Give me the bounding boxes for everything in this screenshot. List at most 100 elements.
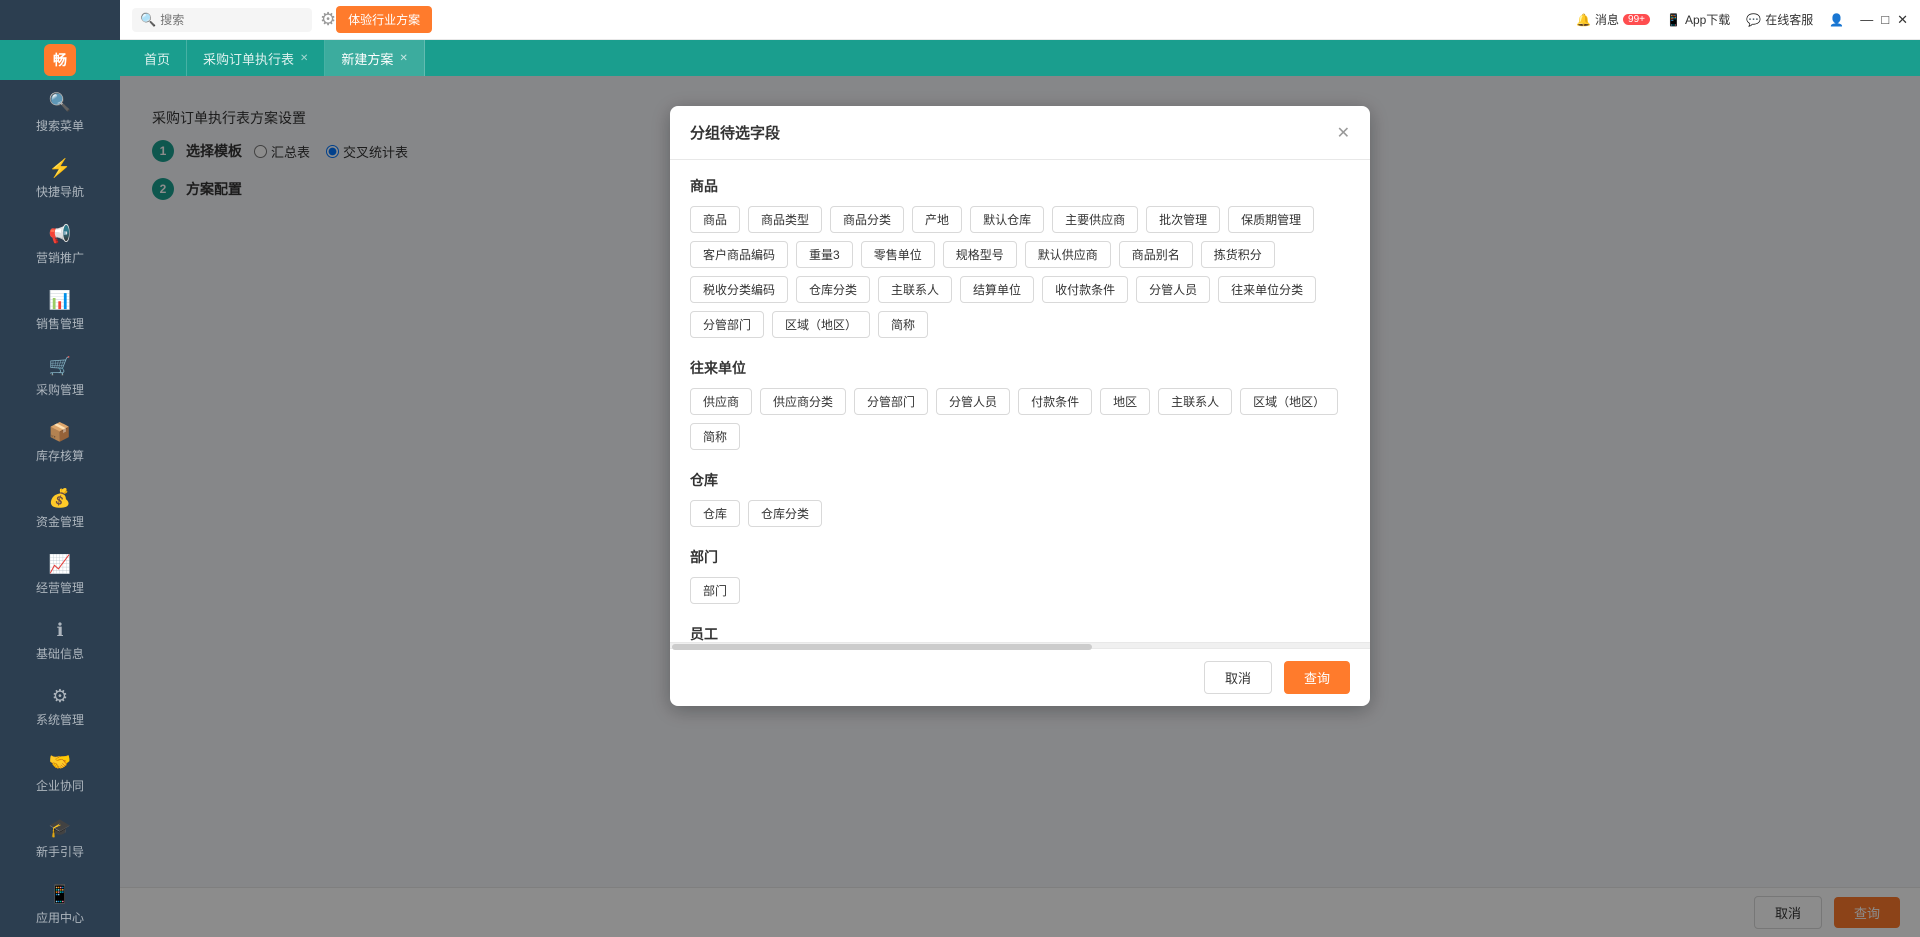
field-tag-1-2[interactable]: 分管部门 [854, 388, 928, 415]
sidebar-icon-7: 📈 [49, 554, 71, 575]
field-tag-0-4[interactable]: 默认仓库 [970, 206, 1044, 233]
field-tag-1-4[interactable]: 付款条件 [1018, 388, 1092, 415]
sidebar-icon-1: ⚡ [49, 158, 71, 179]
field-tag-0-0[interactable]: 商品 [690, 206, 740, 233]
field-tags-2: 仓库仓库分类 [690, 500, 1350, 527]
field-tag-1-0[interactable]: 供应商 [690, 388, 752, 415]
field-tag-0-16[interactable]: 仓库分类 [796, 276, 870, 303]
sidebar-icon-6: 💰 [49, 488, 71, 509]
field-tag-0-11[interactable]: 规格型号 [943, 241, 1017, 268]
field-tag-0-22[interactable]: 分管部门 [690, 311, 764, 338]
field-selection-modal: 分组待选字段 ✕ 商品商品商品类型商品分类产地默认仓库主要供应商批次管理保质期管… [670, 106, 1370, 706]
field-tag-2-1[interactable]: 仓库分类 [748, 500, 822, 527]
maximize-icon[interactable]: □ [1881, 12, 1889, 28]
sidebar-icon-9: ⚙ [52, 686, 68, 707]
sidebar-item-1[interactable]: ⚡快捷导航 [0, 146, 120, 212]
online-service-item[interactable]: 💬 在线客服 [1746, 11, 1813, 28]
window-controls: — □ ✕ [1860, 12, 1908, 28]
field-tag-1-5[interactable]: 地区 [1100, 388, 1150, 415]
confirm-button[interactable]: 查询 [1284, 661, 1350, 694]
sidebar-item-0[interactable]: 🔍搜索菜单 [0, 80, 120, 146]
section-title-4: 员工 [690, 624, 1350, 642]
modal-close-button[interactable]: ✕ [1337, 123, 1350, 143]
sidebar-label-6: 资金管理 [36, 513, 84, 530]
sidebar: 畅 🔍搜索菜单⚡快捷导航📢营销推广📊销售管理🛒采购管理📦库存核算💰资金管理📈经营… [0, 0, 120, 937]
sidebar-item-4[interactable]: 🛒采购管理 [0, 344, 120, 410]
field-tag-0-17[interactable]: 主联系人 [878, 276, 952, 303]
field-tag-0-14[interactable]: 拣货积分 [1201, 241, 1275, 268]
field-tag-1-6[interactable]: 主联系人 [1158, 388, 1232, 415]
field-section-0: 商品商品商品类型商品分类产地默认仓库主要供应商批次管理保质期管理客户商品编码重量… [690, 176, 1350, 338]
notification-label: 消息 [1595, 11, 1619, 28]
sidebar-item-11[interactable]: 🎓新手引导 [0, 806, 120, 872]
tab-label-2: 新建方案 [341, 49, 393, 68]
field-tag-0-1[interactable]: 商品类型 [748, 206, 822, 233]
tab-1[interactable]: 采购订单执行表✕ [187, 40, 325, 76]
user-avatar[interactable]: 👤 [1829, 13, 1844, 27]
field-tags-0: 商品商品类型商品分类产地默认仓库主要供应商批次管理保质期管理客户商品编码重量3 零… [690, 206, 1350, 338]
notification-item[interactable]: 🔔 消息 99+ [1576, 11, 1650, 28]
app-download-item[interactable]: 📱 App下载 [1666, 11, 1730, 28]
field-tag-0-18[interactable]: 结算单位 [960, 276, 1034, 303]
field-tag-1-7[interactable]: 区域（地区） [1240, 388, 1338, 415]
sidebar-item-12[interactable]: 📱应用中心 [0, 872, 120, 937]
field-tag-1-3[interactable]: 分管人员 [936, 388, 1010, 415]
field-section-2: 仓库仓库仓库分类 [690, 470, 1350, 527]
tab-0[interactable]: 首页 [128, 40, 187, 76]
modal-title: 分组待选字段 [690, 122, 780, 143]
field-tag-0-12[interactable]: 默认供应商 [1025, 241, 1111, 268]
sidebar-item-8[interactable]: ℹ基础信息 [0, 608, 120, 674]
field-tag-1-1[interactable]: 供应商分类 [760, 388, 846, 415]
field-tag-0-24[interactable]: 简称 [878, 311, 928, 338]
sidebar-icon-12: 📱 [49, 884, 71, 905]
tab-2[interactable]: 新建方案 ✕ [325, 40, 424, 76]
sidebar-icon-3: 📊 [49, 290, 71, 311]
modal-body[interactable]: 商品商品商品类型商品分类产地默认仓库主要供应商批次管理保质期管理客户商品编码重量… [670, 160, 1370, 642]
experience-button[interactable]: 体验行业方案 [336, 6, 432, 33]
field-tag-0-8[interactable]: 客户商品编码 [690, 241, 788, 268]
modal-horizontal-scrollbar[interactable] [670, 642, 1370, 648]
field-tag-0-13[interactable]: 商品别名 [1119, 241, 1193, 268]
field-tag-1-8[interactable]: 简称 [690, 423, 740, 450]
field-tag-0-9[interactable]: 重量3 [796, 241, 853, 268]
sidebar-item-10[interactable]: 🤝企业协同 [0, 740, 120, 806]
tab-label-0: 首页 [144, 49, 170, 68]
field-tag-2-0[interactable]: 仓库 [690, 500, 740, 527]
field-tag-0-15[interactable]: 税收分类编码 [690, 276, 788, 303]
cancel-button[interactable]: 取消 [1204, 661, 1272, 694]
sidebar-label-11: 新手引导 [36, 843, 84, 860]
field-tags-3: 部门 [690, 577, 1350, 604]
user-icon: 👤 [1829, 13, 1844, 27]
tab-close-1[interactable]: ✕ [300, 53, 308, 64]
close-icon[interactable]: ✕ [1897, 12, 1908, 28]
sidebar-item-6[interactable]: 💰 资金管理 [0, 476, 120, 542]
field-tag-0-2[interactable]: 商品分类 [830, 206, 904, 233]
field-tag-0-10[interactable]: 零售单位 [861, 241, 935, 268]
minimize-icon[interactable]: — [1860, 12, 1873, 28]
sidebar-label-8: 基础信息 [36, 645, 84, 662]
header-search-box[interactable]: 🔍 [132, 8, 312, 32]
sidebar-label-10: 企业协同 [36, 777, 84, 794]
sidebar-item-7[interactable]: 📈经营管理 [0, 542, 120, 608]
sidebar-item-9[interactable]: ⚙系统管理 [0, 674, 120, 740]
sidebar-item-3[interactable]: 📊销售管理 [0, 278, 120, 344]
field-tag-0-23[interactable]: 区域（地区） [772, 311, 870, 338]
field-tag-3-0[interactable]: 部门 [690, 577, 740, 604]
sidebar-item-2[interactable]: 📢营销推广 [0, 212, 120, 278]
section-title-0: 商品 [690, 176, 1350, 196]
field-tag-0-3[interactable]: 产地 [912, 206, 962, 233]
settings-icon[interactable]: ⚙ [320, 9, 336, 30]
tab-close-2[interactable]: ✕ [399, 53, 407, 64]
field-tag-0-5[interactable]: 主要供应商 [1052, 206, 1138, 233]
field-tag-0-21[interactable]: 往来单位分类 [1218, 276, 1316, 303]
top-header: 🔍 ⚙ 体验行业方案 🔔 消息 99+ 📱 App下载 💬 在线客服 👤 — □… [120, 0, 1920, 40]
search-icon: 🔍 [140, 12, 156, 28]
field-tag-0-6[interactable]: 批次管理 [1146, 206, 1220, 233]
sidebar-label-2: 营销推广 [36, 249, 84, 266]
field-tag-0-20[interactable]: 分管人员 [1136, 276, 1210, 303]
download-icon: 📱 [1666, 13, 1681, 27]
search-input[interactable] [160, 13, 300, 27]
field-tag-0-7[interactable]: 保质期管理 [1228, 206, 1314, 233]
field-tag-0-19[interactable]: 收付款条件 [1042, 276, 1128, 303]
sidebar-item-5[interactable]: 📦库存核算 [0, 410, 120, 476]
